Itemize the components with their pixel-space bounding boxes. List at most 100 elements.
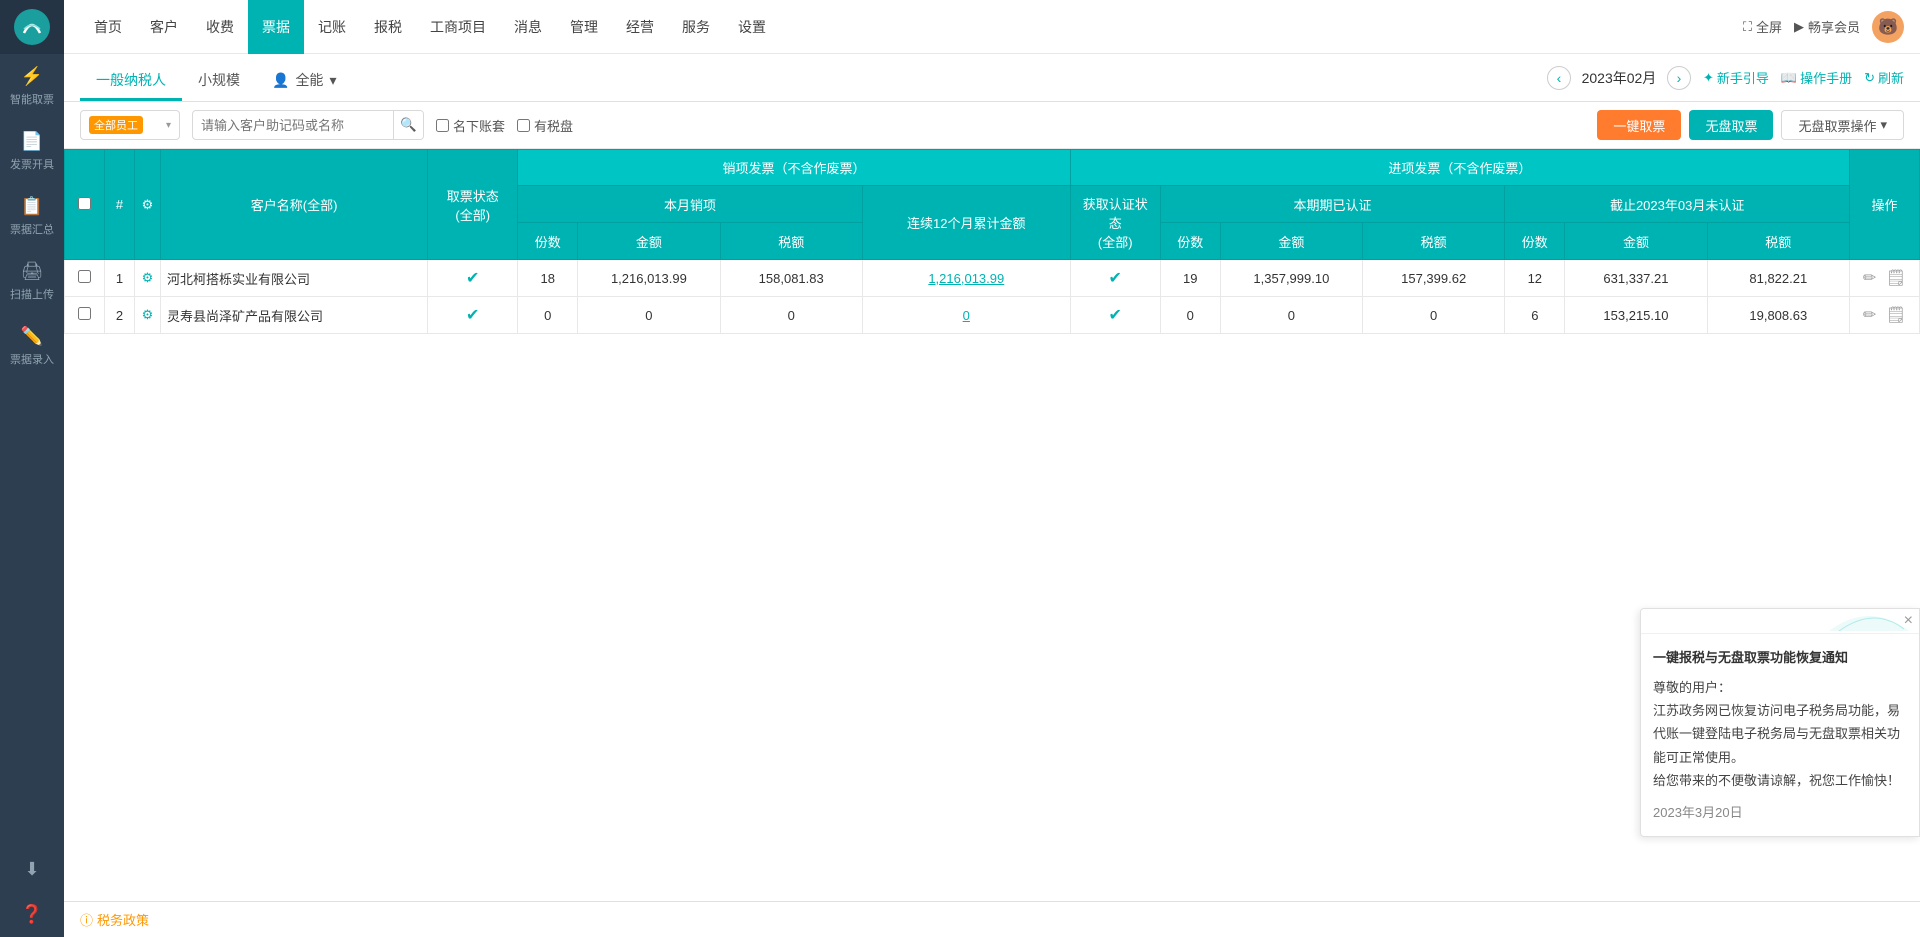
row-purchase-tax: 157,399.62 [1363, 260, 1505, 297]
row-purchase-tax: 0 [1363, 297, 1505, 334]
toolbar-right: 一键取票 无盘取票 无盘取票操作 ▾ [1597, 110, 1904, 140]
new-guide-link[interactable]: ✦ 新手引导 [1703, 68, 1769, 87]
notification-content: 江苏政务网已恢复访问电子税务局功能，易代账一键登陆电子税务局与无盘取票相关功能可… [1653, 699, 1907, 769]
copy-icon[interactable]: 🗒 [1886, 270, 1906, 287]
nav-operation[interactable]: 经营 [612, 0, 668, 54]
info-icon: ⓘ [80, 910, 93, 929]
employee-select[interactable]: 全部员工 ▾ [80, 110, 180, 140]
row-purchase-count: 19 [1160, 260, 1220, 297]
notification-body: 一键报税与无盘取票功能恢复通知 尊敬的用户： 江苏政务网已恢复访问电子税务局功能… [1641, 634, 1919, 836]
sidebar-item-help[interactable]: ❓ [17, 892, 47, 937]
sidebar-item-scan-upload[interactable]: 🖨 扫描上传 [0, 249, 64, 314]
sidebar-item-download[interactable]: ⬇ [17, 847, 47, 892]
no-disk-fetch-button[interactable]: 无盘取票 [1689, 110, 1773, 140]
row-checkbox[interactable] [65, 297, 105, 334]
one-key-fetch-button[interactable]: 一键取票 [1597, 110, 1681, 140]
notification-salute: 尊敬的用户： [1653, 676, 1907, 699]
sidebar-item-invoice-open[interactable]: 📄 发票开具 [0, 119, 64, 184]
th-seq: # [105, 150, 135, 260]
has-tax-disk-checkbox[interactable]: 有税盘 [517, 116, 573, 135]
copy-icon[interactable]: 🗒 [1886, 307, 1906, 324]
tax-policy-link[interactable]: ⓘ 税务政策 [80, 910, 149, 929]
month-next-button[interactable]: › [1667, 66, 1691, 90]
sidebar-item-data-entry[interactable]: ✏️ 票据录入 [0, 314, 64, 379]
sub-account-checkbox[interactable]: 名下账套 [436, 116, 505, 135]
nav-business[interactable]: 工商项目 [416, 0, 500, 54]
row-actions: ✏ 🗒 [1850, 260, 1920, 297]
row-purchase-unverified-count: 12 [1505, 260, 1565, 297]
has-tax-disk-input[interactable] [517, 119, 530, 132]
row-sales-tax: 0 [720, 297, 862, 334]
nav-right: ⛶ 全屏 ▶ 畅享会员 🐻 [1743, 11, 1904, 43]
row-sales-12month[interactable]: 1,216,013.99 [862, 260, 1070, 297]
scan-upload-icon: 🖨 [21, 261, 44, 282]
row-purchase-amount: 0 [1220, 297, 1362, 334]
row-checkbox[interactable] [65, 260, 105, 297]
nav-manage[interactable]: 管理 [556, 0, 612, 54]
sidebar-item-label: 发票开具 [10, 156, 54, 172]
nav-home[interactable]: 首页 [80, 0, 136, 54]
edit-icon[interactable]: ✏ [1863, 307, 1876, 324]
row-sales-amount: 1,216,013.99 [578, 260, 720, 297]
row-actions: ✏ 🗒 [1850, 297, 1920, 334]
nav-settings[interactable]: 设置 [724, 0, 780, 54]
sub-account-input[interactable] [436, 119, 449, 132]
sidebar-item-invoice-summary[interactable]: 📋 票据汇总 [0, 184, 64, 249]
row-purchase-unverified-count: 6 [1505, 297, 1565, 334]
invoice-open-icon: 📄 [21, 131, 43, 152]
tab-general[interactable]: 一般纳税人 [80, 62, 182, 101]
th-sales-tax: 税额 [720, 223, 862, 260]
row-purchase-count: 0 [1160, 297, 1220, 334]
toolbar: 全部员工 ▾ 🔍 名下账套 有税盘 一键取票 无盘取票 [64, 102, 1920, 149]
person-icon: 👤 [272, 72, 289, 89]
manual-link[interactable]: 📖 操作手册 [1781, 68, 1852, 87]
no-disk-ops-button[interactable]: 无盘取票操作 ▾ [1781, 110, 1904, 140]
action-links: ✦ 新手引导 📖 操作手册 ↻ 刷新 [1703, 68, 1904, 87]
refresh-icon: ↻ [1864, 70, 1875, 86]
row-sales-12month[interactable]: 0 [862, 297, 1070, 334]
nav-service[interactable]: 服务 [668, 0, 724, 54]
row-seq: 1 [105, 260, 135, 297]
nav-bookkeeping[interactable]: 记账 [304, 0, 360, 54]
th-sales-month: 本月销项 [518, 186, 863, 223]
nav-billing[interactable]: 收费 [192, 0, 248, 54]
select-all-checkbox[interactable] [78, 197, 91, 210]
table-row: 2 ⚙ 灵寿县尚泽矿产品有限公司 ✔ 0 0 0 0 ✔ 0 0 0 6 153… [65, 297, 1920, 334]
refresh-link[interactable]: ↻ 刷新 [1864, 68, 1904, 87]
fullscreen-button[interactable]: ⛶ 全屏 [1743, 17, 1782, 36]
nav-customer[interactable]: 客户 [136, 0, 192, 54]
search-button[interactable]: 🔍 [393, 110, 423, 140]
tab-all[interactable]: 👤 全能 ▾ [256, 62, 352, 101]
row-customer-name: 河北柯搭栎实业有限公司 [161, 260, 428, 297]
row-settings[interactable]: ⚙ [135, 260, 161, 297]
fullscreen-icon: ⛶ [1743, 19, 1752, 35]
row-sales-tax: 158,081.83 [720, 260, 862, 297]
help-icon: ❓ [21, 904, 43, 925]
table-row: 1 ⚙ 河北柯搭栎实业有限公司 ✔ 18 1,216,013.99 158,08… [65, 260, 1920, 297]
member-button[interactable]: ▶ 畅享会员 [1794, 17, 1860, 36]
th-purchase-unverified-count: 份数 [1505, 223, 1565, 260]
nav-invoice[interactable]: 票据 [248, 0, 304, 54]
row-purchase-unverified-amount: 153,215.10 [1565, 297, 1707, 334]
row-sales-count: 0 [518, 297, 578, 334]
th-purchase-group: 进项发票（不含作废票） [1070, 150, 1849, 186]
nav-tax[interactable]: 报税 [360, 0, 416, 54]
th-sales-amount: 金额 [578, 223, 720, 260]
row-sales-count: 18 [518, 260, 578, 297]
notification-decoration [1829, 601, 1909, 631]
row-purchase-status: ✔ [1070, 260, 1160, 297]
tab-small[interactable]: 小规模 [182, 62, 256, 101]
employee-select-arrow: ▾ [166, 120, 171, 131]
tab-bar: 一般纳税人 小规模 👤 全能 ▾ ‹ 2023年02月 › [64, 54, 1920, 102]
th-sales-count: 份数 [518, 223, 578, 260]
search-input[interactable] [193, 118, 393, 133]
edit-icon[interactable]: ✏ [1863, 270, 1876, 287]
month-prev-button[interactable]: ‹ [1547, 66, 1571, 90]
sidebar-item-label: 票据汇总 [10, 221, 54, 237]
th-purchase-period: 本期期已认证 [1160, 186, 1505, 223]
row-purchase-unverified-tax: 81,822.21 [1707, 260, 1849, 297]
sidebar-item-smart-fetch[interactable]: ⚡ 智能取票 [0, 54, 64, 119]
user-avatar[interactable]: 🐻 [1872, 11, 1904, 43]
nav-message[interactable]: 消息 [500, 0, 556, 54]
row-settings[interactable]: ⚙ [135, 297, 161, 334]
